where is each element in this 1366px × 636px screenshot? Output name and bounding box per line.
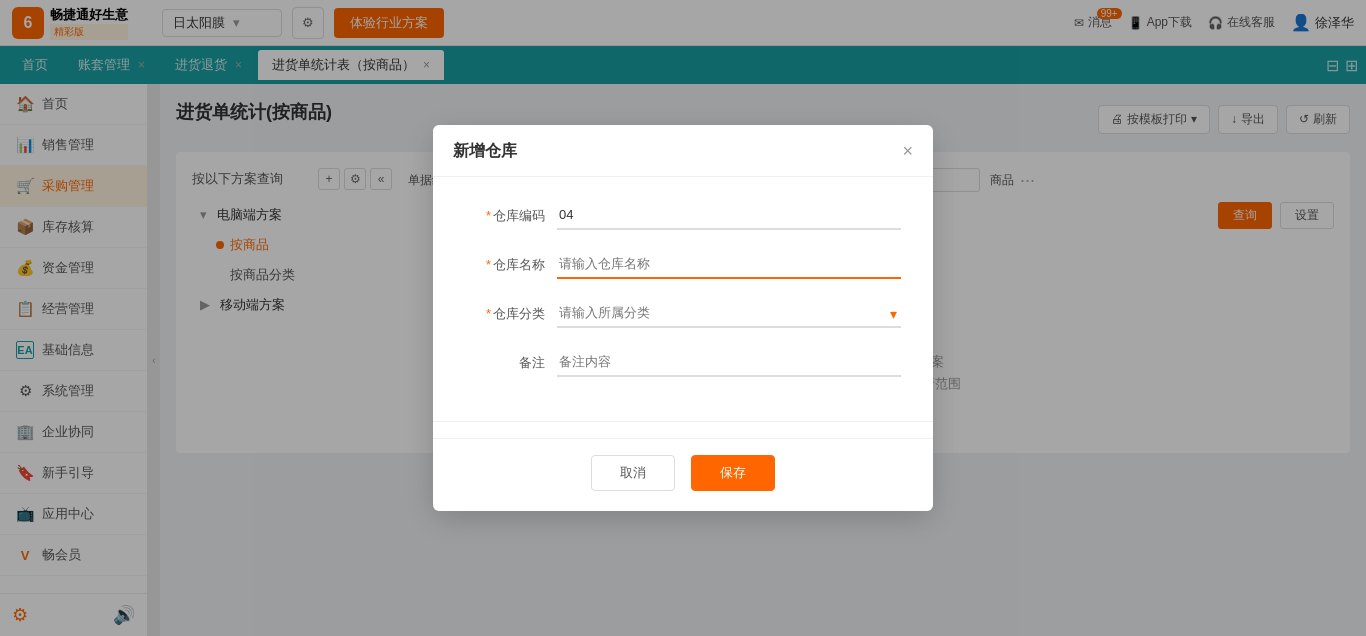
warehouse-category-label: *仓库分类	[465, 305, 545, 323]
modal-divider	[433, 421, 933, 422]
warehouse-note-label: 备注	[465, 354, 545, 372]
warehouse-code-input[interactable]	[557, 201, 901, 230]
warehouse-category-row: *仓库分类 ▾	[465, 299, 901, 328]
modal-overlay[interactable]: 新增仓库 × *仓库编码 *仓库名称 *仓库分类	[0, 0, 1366, 636]
warehouse-name-label: *仓库名称	[465, 256, 545, 274]
modal-header: 新增仓库 ×	[433, 125, 933, 177]
warehouse-category-input[interactable]	[557, 299, 901, 328]
warehouse-category-select-wrap: ▾	[557, 299, 901, 328]
warehouse-note-input[interactable]	[557, 348, 901, 377]
warehouse-code-row: *仓库编码	[465, 201, 901, 230]
modal-footer: 取消 保存	[433, 438, 933, 511]
new-warehouse-modal: 新增仓库 × *仓库编码 *仓库名称 *仓库分类	[433, 125, 933, 511]
warehouse-code-label: *仓库编码	[465, 207, 545, 225]
save-button[interactable]: 保存	[691, 455, 775, 491]
modal-body: *仓库编码 *仓库名称 *仓库分类 ▾	[433, 177, 933, 421]
modal-close-button[interactable]: ×	[902, 141, 913, 162]
warehouse-note-row: 备注	[465, 348, 901, 377]
warehouse-name-row: *仓库名称	[465, 250, 901, 279]
cancel-button[interactable]: 取消	[591, 455, 675, 491]
warehouse-name-input[interactable]	[557, 250, 901, 279]
modal-title: 新增仓库	[453, 141, 517, 162]
